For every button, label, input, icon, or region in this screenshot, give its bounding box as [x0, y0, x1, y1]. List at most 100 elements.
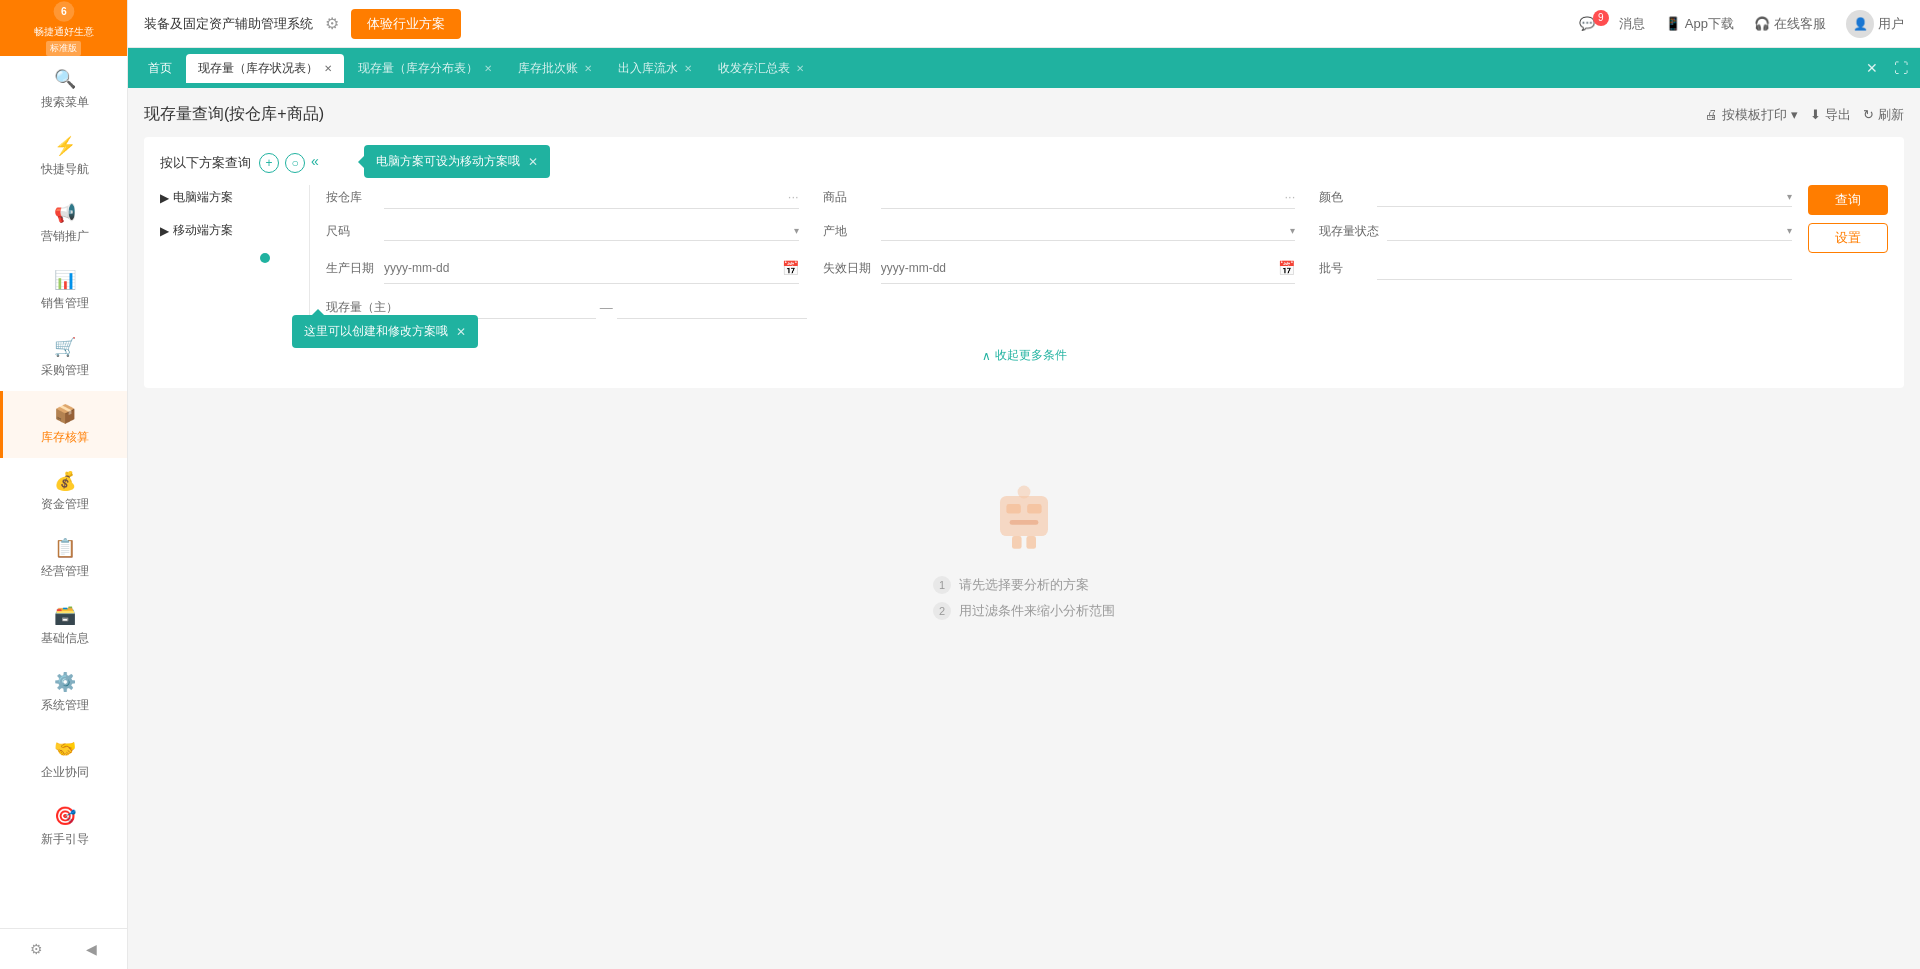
tip-num-2: 2 — [933, 602, 951, 620]
sidebar-item-sales[interactable]: 📊 销售管理 — [0, 257, 127, 324]
phone-icon: 📱 — [1665, 16, 1681, 31]
tooltip1-close[interactable]: ✕ — [528, 155, 538, 169]
settings-btn[interactable]: ⚙ — [30, 941, 43, 957]
sidebar-item-label: 系统管理 — [41, 697, 89, 714]
tab-home[interactable]: 首页 — [136, 54, 184, 83]
main-area: 装备及固定资产辅助管理系统 ⚙ 体验行业方案 💬 9 消息 📱 App下载 🎧 … — [128, 0, 1920, 969]
sidebar-item-guide[interactable]: 🎯 新手引导 — [0, 793, 127, 860]
tab-inventory-dist[interactable]: 现存量（库存分布表） ✕ — [346, 54, 504, 83]
tab-collect-summary[interactable]: 收发存汇总表 ✕ — [706, 54, 816, 83]
export-label: 导出 — [1825, 106, 1851, 124]
lightning-icon: ⚡ — [54, 135, 76, 157]
filter-row4: 现存量（主） — — [326, 296, 1792, 319]
messages-btn[interactable]: 💬 9 消息 — [1579, 15, 1645, 33]
stock-qty-to[interactable] — [617, 296, 807, 319]
sidebar-item-label: 快捷导航 — [41, 161, 89, 178]
calendar-icon[interactable]: 📅 — [1278, 260, 1295, 276]
user-menu[interactable]: 👤 用户 — [1846, 10, 1904, 38]
sidebar-item-basic[interactable]: 🗃️ 基础信息 — [0, 592, 127, 659]
sidebar-item-quick[interactable]: ⚡ 快捷导航 — [0, 123, 127, 190]
tab-close-icon[interactable]: ✕ — [484, 63, 492, 74]
avatar-text: 👤 — [1853, 17, 1868, 31]
sidebar-item-purchase[interactable]: 🛒 采购管理 — [0, 324, 127, 391]
filter-expire-date: 失效日期 📅 — [823, 253, 1296, 284]
database-icon: 🗃️ — [54, 604, 76, 626]
tab-expand-icon[interactable]: ⛶ — [1890, 56, 1912, 80]
origin-label: 产地 — [823, 223, 873, 240]
size-select[interactable]: ▾ — [384, 221, 799, 241]
scheme-group-desktop-header[interactable]: ▶ 电脑端方案 — [160, 185, 301, 210]
system-name: 装备及固定资产辅助管理系统 — [144, 15, 313, 33]
goods-select[interactable]: ··· — [881, 185, 1296, 209]
calendar-icon[interactable]: 📅 — [782, 260, 799, 276]
tab-inventory-status[interactable]: 现存量（库存状况表） ✕ — [186, 54, 344, 83]
tab-close-icon[interactable]: ✕ — [684, 63, 692, 74]
dropdown-arrow-icon: ▾ — [1787, 225, 1792, 236]
tab-batch-ledger[interactable]: 库存批次账 ✕ — [506, 54, 604, 83]
settings-icon[interactable]: ⚙ — [325, 14, 339, 33]
chart-icon: 📊 — [54, 269, 76, 291]
refresh-btn[interactable]: ↻ 刷新 — [1863, 106, 1904, 124]
sidebar-item-enterprise[interactable]: 🤝 企业协同 — [0, 726, 127, 793]
sidebar-nav: 🔍 搜索菜单 ⚡ 快捷导航 📢 营销推广 📊 销售管理 🛒 采购管理 📦 库存核… — [0, 56, 127, 928]
sidebar-item-operation[interactable]: 📋 经营管理 — [0, 525, 127, 592]
produce-date-input-wrap: 📅 — [384, 253, 799, 284]
app-download-btn[interactable]: 📱 App下载 — [1665, 15, 1734, 33]
sidebar-item-label: 库存核算 — [41, 429, 89, 446]
svg-rect-5 — [1010, 520, 1039, 525]
print-btn[interactable]: 🖨 按模板打印 ▾ — [1705, 106, 1798, 124]
sidebar-item-label: 新手引导 — [41, 831, 89, 848]
box-icon: 📦 — [54, 403, 76, 425]
online-service-btn[interactable]: 🎧 在线客服 — [1754, 15, 1826, 33]
filter-icons: + ○ « — [259, 153, 319, 173]
sidebar-item-inventory[interactable]: 📦 库存核算 — [0, 391, 127, 458]
stock-status-select[interactable]: ▾ — [1387, 221, 1792, 241]
sidebar-item-system[interactable]: ⚙️ 系统管理 — [0, 659, 127, 726]
tab-close-icon[interactable]: ✕ — [796, 63, 804, 74]
sidebar: 6 畅捷通好生意 标准版 🔍 搜索菜单 ⚡ 快捷导航 📢 营销推广 📊 销售管理… — [0, 0, 128, 969]
empty-tip-1: 1 请先选择要分析的方案 — [933, 576, 1115, 594]
search-btn[interactable]: 查询 — [1808, 185, 1888, 215]
tip-2-text: 用过滤条件来缩小分析范围 — [959, 602, 1115, 620]
expire-date-input-wrap: 📅 — [881, 253, 1296, 284]
logo-icon: 6 — [48, 0, 80, 23]
filter-goods: 商品 ··· — [823, 185, 1296, 209]
sidebar-item-label: 基础信息 — [41, 630, 89, 647]
tab-in-out-flow[interactable]: 出入库流水 ✕ — [606, 54, 704, 83]
tab-close-icon[interactable]: ✕ — [324, 63, 332, 74]
collapse-btn[interactable]: ◀ — [86, 941, 97, 957]
sidebar-item-marketing[interactable]: 📢 营销推广 — [0, 190, 127, 257]
edit-scheme-btn[interactable]: ○ — [285, 153, 305, 173]
cart-icon: 🛒 — [54, 336, 76, 358]
filter-warehouse: 按仓库 ··· — [326, 185, 799, 209]
svg-rect-3 — [1006, 504, 1020, 514]
produce-date-input[interactable] — [384, 257, 782, 279]
sidebar-item-label: 销售管理 — [41, 295, 89, 312]
filter-row2: 尺码 ▾ 产地 ▾ — [326, 221, 1792, 241]
size-label: 尺码 — [326, 223, 376, 240]
tab-close-all-icon[interactable]: ✕ — [1862, 56, 1882, 80]
sidebar-item-finance[interactable]: 💰 资金管理 — [0, 458, 127, 525]
chevron-right-icon: ▶ — [160, 191, 169, 205]
user-label: 用户 — [1878, 15, 1904, 33]
color-select[interactable]: ▾ — [1377, 187, 1792, 207]
tab-batch-ledger-label: 库存批次账 — [518, 60, 578, 77]
svg-point-8 — [1018, 486, 1031, 499]
page-title: 现存量查询(按仓库+商品) — [144, 104, 324, 125]
warehouse-select[interactable]: ··· — [384, 185, 799, 209]
batch-no-input[interactable] — [1377, 257, 1792, 280]
export-btn[interactable]: ⬇ 导出 — [1810, 106, 1851, 124]
filter-batch-no: 批号 — [1319, 253, 1792, 284]
scheme-group-mobile-header[interactable]: ▶ 移动端方案 — [160, 218, 301, 243]
sidebar-item-label: 营销推广 — [41, 228, 89, 245]
tab-close-icon[interactable]: ✕ — [584, 63, 592, 74]
expire-date-input[interactable] — [881, 257, 1279, 279]
add-scheme-btn[interactable]: + — [259, 153, 279, 173]
industry-btn[interactable]: 体验行业方案 — [351, 9, 461, 39]
reset-btn[interactable]: 设置 — [1808, 223, 1888, 253]
back-icon[interactable]: « — [311, 153, 319, 173]
refresh-icon: ↻ — [1863, 107, 1874, 122]
tooltip2-close[interactable]: ✕ — [456, 325, 466, 339]
sidebar-item-search[interactable]: 🔍 搜索菜单 — [0, 56, 127, 123]
origin-select[interactable]: ▾ — [881, 221, 1296, 241]
